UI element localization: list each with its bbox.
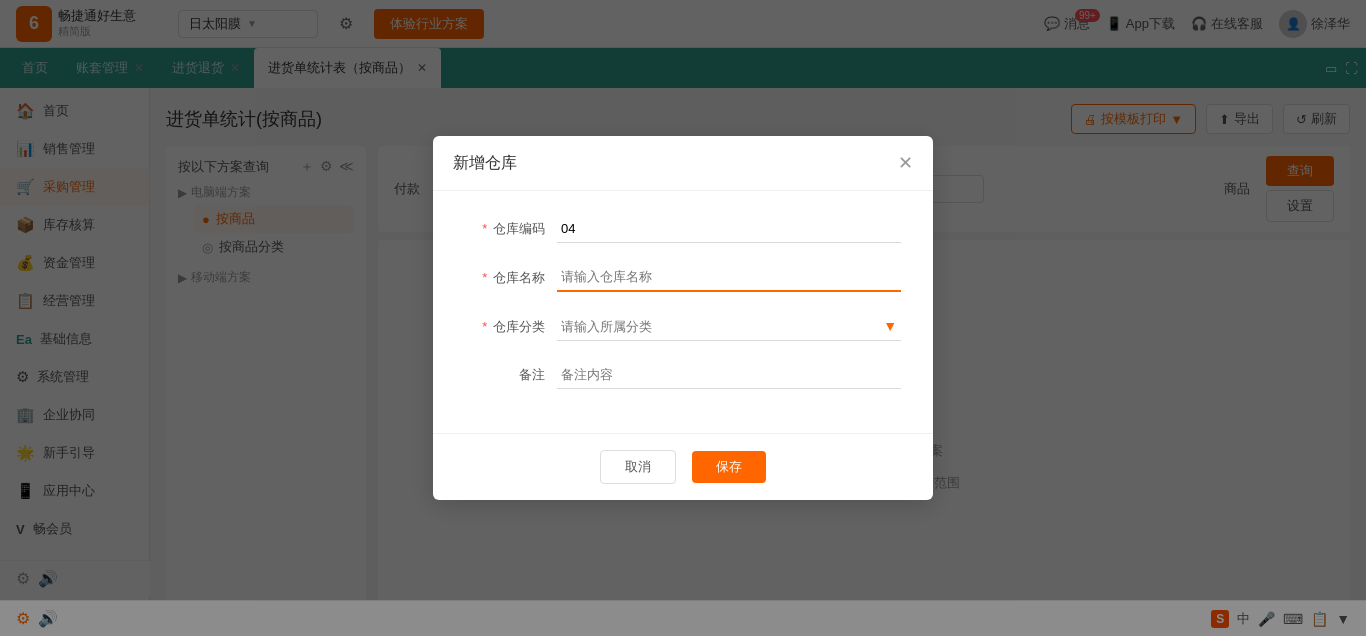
form-row-code: * 仓库编码 — [465, 215, 901, 243]
save-button[interactable]: 保存 — [692, 451, 766, 483]
modal-footer: 取消 保存 — [433, 433, 933, 500]
modal-close-button[interactable]: ✕ — [898, 152, 913, 174]
cancel-button[interactable]: 取消 — [600, 450, 676, 484]
category-dropdown-icon: ▼ — [883, 318, 897, 334]
form-row-remark: 备注 — [465, 361, 901, 389]
modal-overlay: 新增仓库 ✕ * 仓库编码 * 仓库名称 — [0, 0, 1366, 636]
add-warehouse-modal: 新增仓库 ✕ * 仓库编码 * 仓库名称 — [433, 136, 933, 500]
name-input[interactable] — [557, 263, 901, 292]
name-label: * 仓库名称 — [465, 269, 545, 287]
category-input[interactable] — [561, 319, 883, 334]
form-row-category: * 仓库分类 ▼ — [465, 312, 901, 341]
modal-header: 新增仓库 ✕ — [433, 136, 933, 191]
category-select[interactable]: ▼ — [557, 312, 901, 341]
modal-body: * 仓库编码 * 仓库名称 * 仓库分类 — [433, 191, 933, 433]
modal-title: 新增仓库 — [453, 153, 517, 174]
form-row-name: * 仓库名称 — [465, 263, 901, 292]
remark-label: 备注 — [465, 366, 545, 384]
remark-input[interactable] — [557, 361, 901, 389]
code-label: * 仓库编码 — [465, 220, 545, 238]
category-label: * 仓库分类 — [465, 318, 545, 336]
code-input[interactable] — [557, 215, 901, 243]
